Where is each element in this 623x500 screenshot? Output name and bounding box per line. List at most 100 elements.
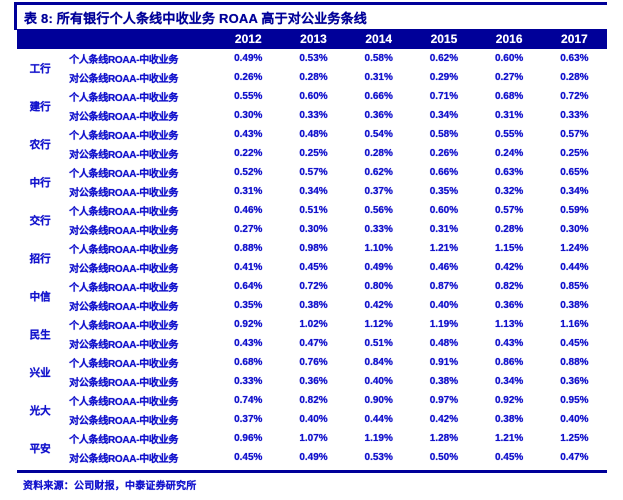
table-row: 对公条线ROAA-中收业务 0.27% 0.30% 0.33% 0.31% 0.28% 0.… bbox=[17, 220, 607, 239]
row-label-cell: 对公条线ROAA-中收业务 bbox=[69, 226, 179, 237]
value-cell: 0.31% bbox=[429, 224, 459, 235]
value-cell: 0.30% bbox=[299, 224, 328, 235]
table-header-row: 2012 2013 2014 2015 2016 2017 bbox=[17, 29, 607, 49]
bank-name-cell: 中行 bbox=[29, 176, 51, 189]
value-cell: 0.29% bbox=[429, 72, 459, 83]
value-cell: 0.82% bbox=[494, 281, 524, 292]
value-cell: 0.53% bbox=[364, 452, 393, 463]
row-label-cell: 个人条线ROAA-中收业务 bbox=[69, 283, 179, 294]
value-cell: 0.33% bbox=[234, 376, 263, 387]
bank-name-cell: 兴业 bbox=[29, 366, 51, 379]
value-cell: 0.66% bbox=[364, 91, 393, 102]
value-cell: 0.54% bbox=[364, 129, 393, 140]
value-cell: 0.40% bbox=[364, 376, 393, 387]
value-cell: 0.48% bbox=[429, 338, 459, 349]
table-row: 工行 个人条线ROAA-中收业务 0.49% 0.53% 0.58% 0.62% 0.60%… bbox=[17, 49, 607, 75]
row-label-cell: 个人条线ROAA-中收业务 bbox=[69, 207, 179, 218]
table-bottom-rule bbox=[17, 470, 607, 473]
bank-name-cell: 交行 bbox=[29, 214, 51, 227]
row-label-cell: 对公条线ROAA-中收业务 bbox=[69, 416, 179, 427]
value-cell: 0.45% bbox=[234, 452, 263, 463]
table-body: 工行 个人条线ROAA-中收业务 0.49% 0.53% 0.58% 0.62% 0.60%… bbox=[17, 49, 607, 467]
value-cell: 0.31% bbox=[234, 186, 263, 197]
row-label-cell: 个人条线ROAA-中收业务 bbox=[69, 397, 179, 408]
value-cell: 0.64% bbox=[234, 281, 263, 292]
row-label-cell: 个人条线ROAA-中收业务 bbox=[69, 359, 179, 370]
table-row: 建行 个人条线ROAA-中收业务 0.55% 0.60% 0.66% 0.71% 0.68%… bbox=[17, 87, 607, 113]
value-cell: 0.45% bbox=[299, 262, 328, 273]
value-cell: 1.10% bbox=[364, 243, 393, 254]
value-cell: 0.80% bbox=[364, 281, 393, 292]
table-row: 对公条线ROAA-中收业务 0.22% 0.25% 0.28% 0.26% 0.24% 0.… bbox=[17, 144, 607, 163]
table-row: 对公条线ROAA-中收业务 0.35% 0.38% 0.42% 0.40% 0.36% 0.… bbox=[17, 296, 607, 315]
value-cell: 1.21% bbox=[494, 433, 524, 444]
value-cell: 0.25% bbox=[299, 148, 328, 159]
value-cell: 0.58% bbox=[429, 129, 459, 140]
value-cell: 0.62% bbox=[364, 167, 393, 178]
value-cell: 0.40% bbox=[429, 300, 459, 311]
value-cell: 0.56% bbox=[364, 205, 393, 216]
value-cell: 0.85% bbox=[560, 281, 589, 292]
row-label-cell: 个人条线ROAA-中收业务 bbox=[69, 55, 179, 66]
value-cell: 0.33% bbox=[364, 224, 393, 235]
row-label-cell: 对公条线ROAA-中收业务 bbox=[69, 302, 179, 313]
value-cell: 0.55% bbox=[234, 91, 263, 102]
bank-name-cell: 民生 bbox=[29, 328, 51, 341]
value-cell: 0.43% bbox=[234, 338, 263, 349]
bank-name-cell: 招行 bbox=[29, 252, 51, 265]
table-row: 对公条线ROAA-中收业务 0.33% 0.36% 0.40% 0.38% 0.34% 0.… bbox=[17, 372, 607, 391]
table-row: 民生 个人条线ROAA-中收业务 0.92% 1.02% 1.12% 1.19% 1.13%… bbox=[17, 315, 607, 341]
value-cell: 0.53% bbox=[299, 53, 328, 64]
value-cell: 0.42% bbox=[364, 300, 393, 311]
value-cell: 0.37% bbox=[364, 186, 393, 197]
value-cell: 0.33% bbox=[299, 110, 328, 121]
table-row: 交行 个人条线ROAA-中收业务 0.46% 0.51% 0.56% 0.60% 0.57%… bbox=[17, 201, 607, 227]
value-cell: 0.48% bbox=[299, 129, 328, 140]
value-cell: 0.52% bbox=[234, 167, 263, 178]
value-cell: 0.26% bbox=[234, 72, 263, 83]
value-cell: 0.58% bbox=[364, 53, 393, 64]
value-cell: 0.38% bbox=[299, 300, 328, 311]
value-cell: 0.32% bbox=[494, 186, 524, 197]
value-cell: 0.92% bbox=[494, 395, 524, 406]
roaa-table: 2012 2013 2014 2015 2016 2017 工行 个人条线ROAA-中收业务… bbox=[17, 29, 607, 467]
header-spacer-cell bbox=[17, 29, 64, 49]
value-cell: 0.68% bbox=[494, 91, 524, 102]
value-cell: 0.30% bbox=[234, 110, 263, 121]
value-cell: 0.72% bbox=[299, 281, 328, 292]
row-label-cell: 个人条线ROAA-中收业务 bbox=[69, 321, 179, 332]
value-cell: 0.66% bbox=[429, 167, 459, 178]
value-cell: 0.74% bbox=[234, 395, 263, 406]
value-cell: 0.60% bbox=[494, 53, 524, 64]
value-cell: 0.34% bbox=[299, 186, 328, 197]
row-label-cell: 对公条线ROAA-中收业务 bbox=[69, 340, 179, 351]
value-cell: 0.51% bbox=[299, 205, 328, 216]
table-row: 平安 个人条线ROAA-中收业务 0.96% 1.07% 1.19% 1.28% 1.21%… bbox=[17, 429, 607, 455]
bank-name-cell: 农行 bbox=[29, 138, 51, 151]
value-cell: 0.36% bbox=[494, 300, 524, 311]
year-column-header: 2015 bbox=[411, 29, 477, 49]
value-cell: 0.51% bbox=[364, 338, 393, 349]
value-cell: 0.63% bbox=[494, 167, 524, 178]
bank-name-cell: 工行 bbox=[29, 62, 51, 75]
value-cell: 1.25% bbox=[560, 433, 589, 444]
value-cell: 0.55% bbox=[494, 129, 524, 140]
value-cell: 0.33% bbox=[560, 110, 589, 121]
value-cell: 0.38% bbox=[560, 300, 589, 311]
value-cell: 0.57% bbox=[494, 205, 524, 216]
value-cell: 0.36% bbox=[299, 376, 328, 387]
bank-name-cell: 建行 bbox=[29, 100, 51, 113]
table-row: 农行 个人条线ROAA-中收业务 0.43% 0.48% 0.54% 0.58% 0.55%… bbox=[17, 125, 607, 151]
value-cell: 0.42% bbox=[494, 262, 524, 273]
table-row: 招行 个人条线ROAA-中收业务 0.88% 0.98% 1.10% 1.21% 1.15%… bbox=[17, 239, 607, 265]
value-cell: 0.60% bbox=[429, 205, 459, 216]
header-spacer-cell bbox=[63, 29, 216, 49]
value-cell: 1.16% bbox=[560, 319, 589, 330]
report-table-page: 表 8: 所有银行个人条线中收业务 ROAA 高于对公业务条线 2012 2013… bbox=[0, 0, 623, 500]
table-row: 中信 个人条线ROAA-中收业务 0.64% 0.72% 0.80% 0.87% 0.82%… bbox=[17, 277, 607, 303]
value-cell: 1.21% bbox=[429, 243, 459, 254]
value-cell: 1.19% bbox=[429, 319, 459, 330]
year-column-header: 2012 bbox=[215, 29, 281, 49]
value-cell: 0.71% bbox=[429, 91, 459, 102]
row-label-cell: 对公条线ROAA-中收业务 bbox=[69, 188, 179, 199]
